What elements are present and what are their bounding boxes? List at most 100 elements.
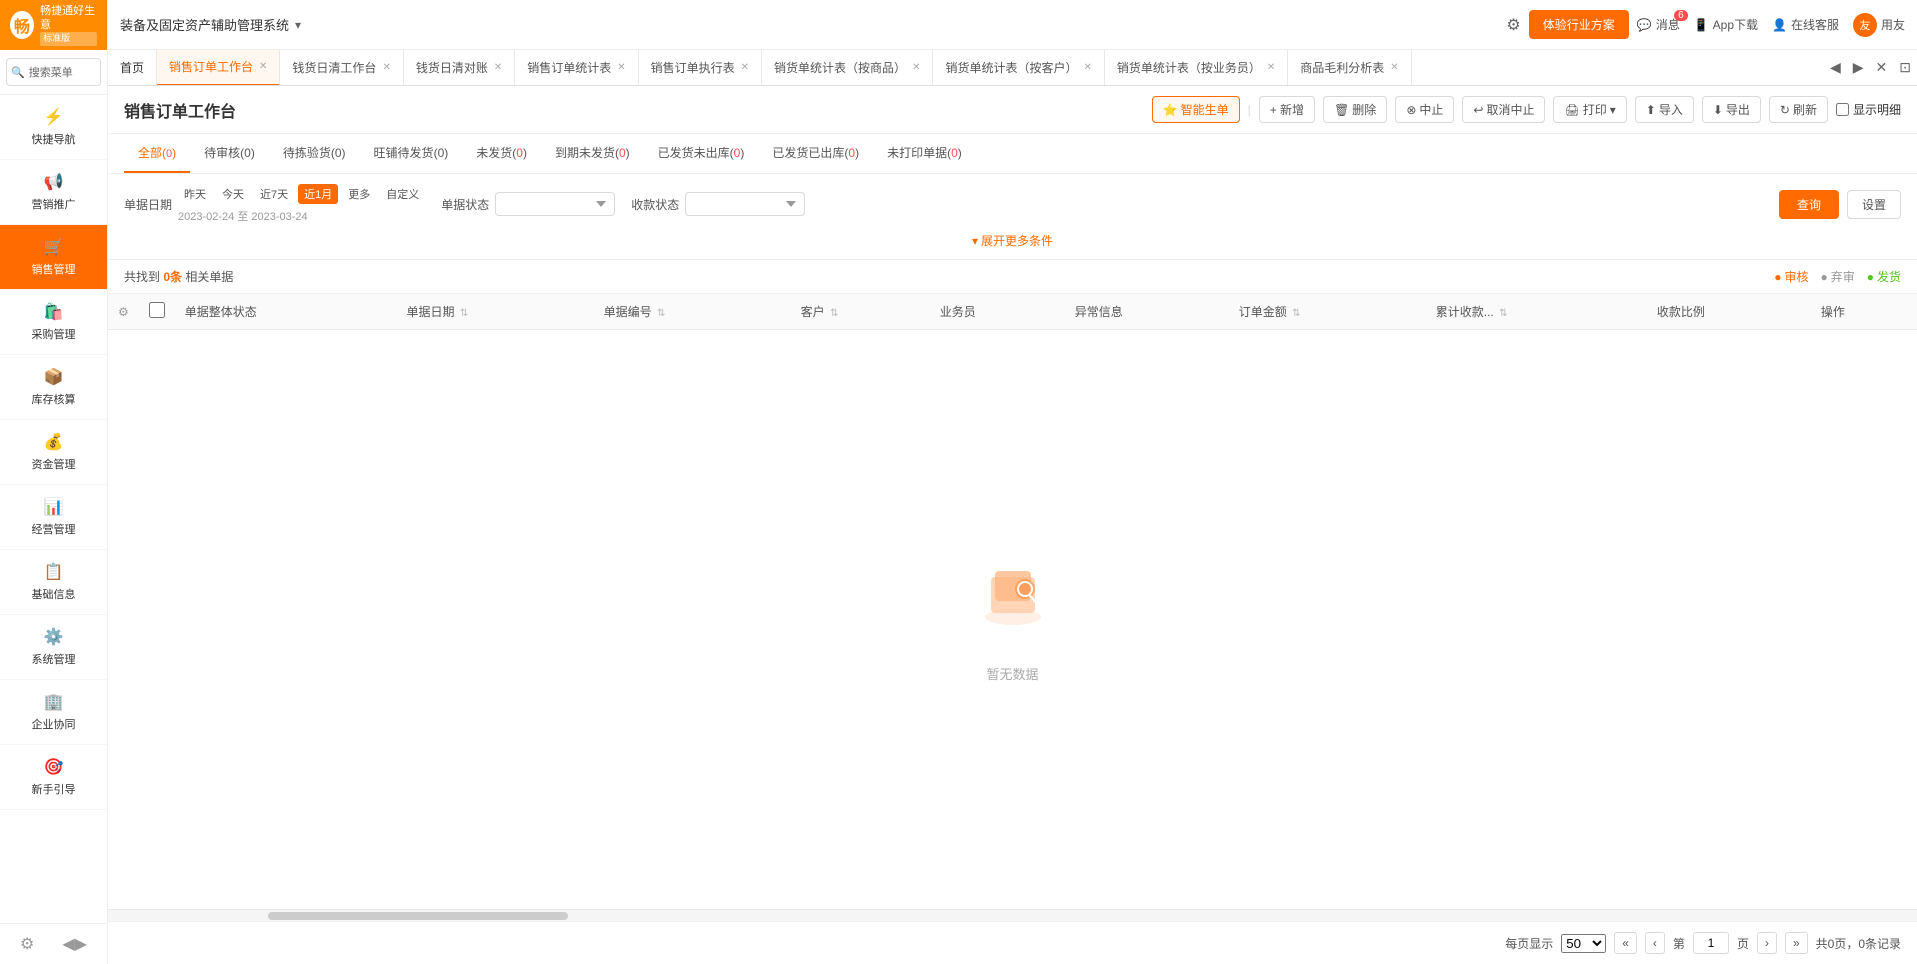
tab-close-icon[interactable]: ✕ (1083, 62, 1091, 73)
tab-close-icon[interactable]: ✕ (617, 62, 625, 73)
filter-expand-button[interactable]: ▾ 展开更多条件 (972, 232, 1053, 249)
print-button[interactable]: 🖨 打印 ▾ (1553, 96, 1626, 123)
tab-close-icon[interactable]: ✕ (382, 62, 390, 73)
filter-settings-button[interactable]: 设置 (1847, 190, 1901, 219)
per-page-select[interactable]: 10 20 30 50 100 (1561, 934, 1606, 953)
tab-scroll-left[interactable]: ◀ (1824, 55, 1847, 80)
cancel-audit-button[interactable]: ● 弃审 (1820, 268, 1854, 285)
show-detail-checkbox-label[interactable]: 显示明细 (1836, 101, 1901, 118)
refresh-button[interactable]: ↻ 刷新 (1769, 96, 1828, 123)
subtab-pending-inspect[interactable]: 待拣验货(0) (269, 134, 360, 173)
col-date[interactable]: 单据日期 ⇅ (397, 294, 594, 330)
first-page-button[interactable]: « (1614, 932, 1637, 954)
ship-button[interactable]: ● 发货 (1867, 268, 1901, 285)
tab-close-icon[interactable]: ✕ (912, 62, 920, 73)
select-all-checkbox[interactable] (149, 302, 165, 318)
tab-close-icon[interactable]: ✕ (494, 62, 502, 73)
tab-product-margin[interactable]: 商品毛利分析表 ✕ (1288, 50, 1411, 86)
tab-scroll-right[interactable]: ▶ (1847, 55, 1870, 80)
online-service-button[interactable]: 👤 在线客服 (1772, 16, 1839, 33)
subtab-pending-review[interactable]: 待审核(0) (190, 134, 269, 173)
subtab-shipped-out[interactable]: 已发货已出库(0) (758, 134, 873, 173)
sidebar-item-marketing[interactable]: 📢 营销推广 (0, 160, 107, 225)
date-range-display: 2023-02-24 至 2023-03-24 (178, 208, 425, 224)
sidebar-item-purchase[interactable]: 🛍️ 采购管理 (0, 290, 107, 355)
col-amount[interactable]: 订单金额 ⇅ (1229, 294, 1426, 330)
tab-sales-stats-salesman[interactable]: 销货单统计表（按业务员） ✕ (1105, 50, 1288, 86)
stop-button[interactable]: ⊗ 中止 (1395, 96, 1454, 123)
tab-close-icon[interactable]: ✕ (259, 61, 267, 72)
tab-close-icon[interactable]: ✕ (1390, 62, 1398, 73)
status-select[interactable] (495, 192, 615, 216)
date-option-today[interactable]: 今天 (216, 184, 250, 204)
sidebar-item-guide[interactable]: 🎯 新手引导 (0, 745, 107, 810)
col-collected[interactable]: 累计收款... ⇅ (1426, 294, 1647, 330)
audit-button[interactable]: ● 审核 (1774, 268, 1808, 285)
purchase-icon: 🛍️ (44, 302, 64, 322)
sort-icon: ⇅ (1499, 308, 1507, 319)
sidebar-item-basic-info[interactable]: 📋 基础信息 (0, 550, 107, 615)
sidebar-item-finance[interactable]: 💰 资金管理 (0, 420, 107, 485)
tab-close-icon[interactable]: ✕ (741, 62, 749, 73)
payment-select[interactable] (685, 192, 805, 216)
col-number[interactable]: 单据编号 ⇅ (594, 294, 791, 330)
subtab-not-printed[interactable]: 未打印单据(0) (873, 134, 976, 173)
search-menu-button[interactable]: 🔍 搜索菜单 (6, 58, 101, 86)
tab-sales-workbench[interactable]: 销售订单工作台 ✕ (157, 50, 280, 86)
import-button[interactable]: ⬆ 导入 (1635, 96, 1694, 123)
tabbar-controls: ◀ ▶ ✕ ⊡ (1824, 55, 1917, 80)
sidebar-item-system[interactable]: ⚙️ 系统管理 (0, 615, 107, 680)
app-download-button[interactable]: 📱 App下载 (1694, 16, 1758, 33)
tab-sales-stats-customer[interactable]: 销货单统计表（按客户） ✕ (933, 50, 1104, 86)
tab-cash-daily[interactable]: 钱货日清工作台 ✕ (280, 50, 403, 86)
tab-sales-execute[interactable]: 销售订单执行表 ✕ (639, 50, 762, 86)
new-button[interactable]: + 新增 (1259, 96, 1315, 123)
page-input[interactable] (1693, 932, 1729, 954)
horizontal-scrollbar[interactable] (108, 909, 1917, 921)
col-customer[interactable]: 客户 ⇅ (791, 294, 930, 330)
message-button[interactable]: 💬 消息 6 (1637, 16, 1680, 33)
tab-cash-reconcile[interactable]: 钱货日清对账 ✕ (404, 50, 515, 86)
sidebar-settings-button[interactable]: ⚙ (20, 934, 34, 954)
sidebar-item-sales[interactable]: 🛒 销售管理 (0, 225, 107, 290)
prev-page-button[interactable]: ‹ (1645, 932, 1665, 954)
smart-gen-button[interactable]: ⭐ 智能生单 (1152, 96, 1240, 123)
date-option-7days[interactable]: 近7天 (254, 184, 294, 204)
sidebar-item-enterprise[interactable]: 🏢 企业协同 (0, 680, 107, 745)
tab-sales-stats-product[interactable]: 销货单统计表（按商品） ✕ (762, 50, 933, 86)
last-page-button[interactable]: » (1785, 932, 1808, 954)
date-option-more[interactable]: 更多 (342, 184, 376, 204)
tab-close-icon[interactable]: ✕ (1267, 62, 1275, 73)
sidebar-item-inventory[interactable]: 📦 库存核算 (0, 355, 107, 420)
export-button[interactable]: ⬇ 导出 (1702, 96, 1761, 123)
next-page-button[interactable]: › (1757, 932, 1777, 954)
col-gear[interactable]: ⚙ (108, 294, 139, 330)
subtab-not-shipped[interactable]: 未发货(0) (462, 134, 541, 173)
system-dropdown-button[interactable]: ▾ (295, 18, 301, 32)
query-button[interactable]: 查询 (1779, 190, 1839, 219)
industry-btn[interactable]: 体验行业方案 (1529, 10, 1629, 39)
delete-button[interactable]: 🗑 删除 (1323, 96, 1387, 123)
sidebar-collapse-button[interactable]: ◀▶ (62, 934, 87, 954)
date-option-custom[interactable]: 自定义 (380, 184, 425, 204)
topbar-gear-button[interactable]: ⚙ (1506, 15, 1520, 35)
scroll-thumb[interactable] (268, 912, 568, 920)
tab-sales-stats[interactable]: 销售订单统计表 ✕ (515, 50, 638, 86)
sidebar-item-quick-nav[interactable]: ⚡ 快捷导航 (0, 95, 107, 160)
tab-home[interactable]: 首页 (108, 50, 157, 86)
sort-icon: ⇅ (1292, 308, 1300, 319)
sidebar-item-operations[interactable]: 📊 经营管理 (0, 485, 107, 550)
tab-close-all[interactable]: ✕ (1870, 55, 1894, 80)
date-option-yesterday[interactable]: 昨天 (178, 184, 212, 204)
column-settings-icon[interactable]: ⚙ (118, 305, 129, 319)
topbar-system-title: 装备及固定资产辅助管理系统 ▾ (120, 15, 1498, 34)
subtab-all[interactable]: 全部(0) (124, 134, 190, 173)
date-option-1month[interactable]: 近1月 (298, 184, 338, 204)
cancel-stop-button[interactable]: ↩ 取消中止 (1462, 96, 1545, 123)
subtab-wangpu-ship[interactable]: 旺铺待发货(0) (360, 134, 463, 173)
user-menu[interactable]: 友 用友 (1853, 13, 1905, 37)
subtab-overdue-not-shipped[interactable]: 到期未发货(0) (541, 134, 644, 173)
tab-expand[interactable]: ⊡ (1893, 55, 1917, 80)
show-detail-checkbox[interactable] (1836, 103, 1849, 116)
subtab-shipped-not-warehoused[interactable]: 已发货未出库(0) (644, 134, 759, 173)
